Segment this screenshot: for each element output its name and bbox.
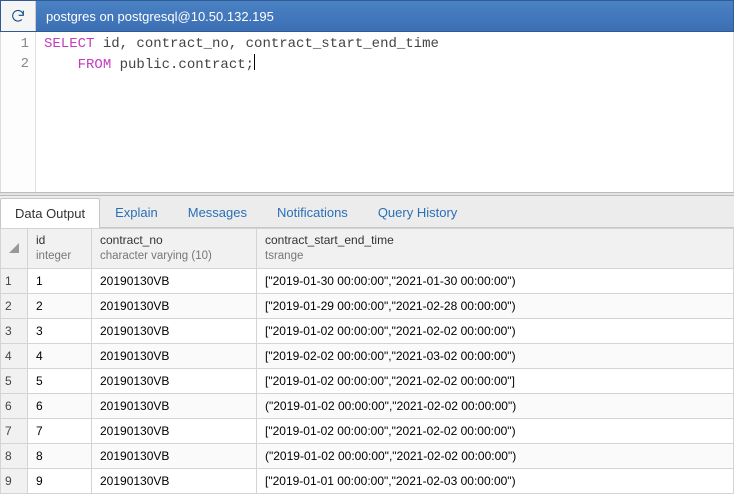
connection-title: postgres on postgresql@10.50.132.195 xyxy=(36,1,733,31)
cell-tsrange[interactable]: ["2019-01-29 00:00:00","2021-02-28 00:00… xyxy=(257,293,734,318)
cell-tsrange[interactable]: ["2019-01-02 00:00:00","2021-02-02 00:00… xyxy=(257,368,734,393)
row-number[interactable]: 9 xyxy=(1,468,28,493)
cell-contract-no[interactable]: 20190130VB xyxy=(92,343,257,368)
cell-tsrange[interactable]: ("2019-01-02 00:00:00","2021-02-02 00:00… xyxy=(257,443,734,468)
cell-tsrange[interactable]: ["2019-01-01 00:00:00","2021-02-03 00:00… xyxy=(257,468,734,493)
connection-header: postgres on postgresql@10.50.132.195 xyxy=(0,0,734,32)
row-number[interactable]: 8 xyxy=(1,443,28,468)
result-table: idintegercontract_nocharacter varying (1… xyxy=(0,228,734,494)
cell-id[interactable]: 9 xyxy=(28,468,92,493)
row-number[interactable]: 3 xyxy=(1,318,28,343)
cell-tsrange[interactable]: ["2019-01-30 00:00:00","2021-01-30 00:00… xyxy=(257,268,734,293)
row-number[interactable]: 7 xyxy=(1,418,28,443)
line-gutter: 12 xyxy=(1,32,36,192)
cell-contract-no[interactable]: 20190130VB xyxy=(92,443,257,468)
cell-tsrange[interactable]: ("2019-01-02 00:00:00","2021-02-02 00:00… xyxy=(257,393,734,418)
cell-contract-no[interactable]: 20190130VB xyxy=(92,368,257,393)
select-all-corner[interactable] xyxy=(1,229,28,269)
cell-id[interactable]: 7 xyxy=(28,418,92,443)
cell-id[interactable]: 2 xyxy=(28,293,92,318)
table-row[interactable]: 4420190130VB["2019-02-02 00:00:00","2021… xyxy=(1,343,734,368)
cell-id[interactable]: 4 xyxy=(28,343,92,368)
tab-data-output[interactable]: Data Output xyxy=(0,198,100,228)
column-header-id[interactable]: idinteger xyxy=(28,229,92,269)
tab-query-history[interactable]: Query History xyxy=(363,197,472,227)
table-row[interactable]: 3320190130VB["2019-01-02 00:00:00","2021… xyxy=(1,318,734,343)
column-header-contract_no[interactable]: contract_nocharacter varying (10) xyxy=(92,229,257,269)
cell-id[interactable]: 3 xyxy=(28,318,92,343)
cell-tsrange[interactable]: ["2019-02-02 00:00:00","2021-03-02 00:00… xyxy=(257,343,734,368)
table-row[interactable]: 7720190130VB["2019-01-02 00:00:00","2021… xyxy=(1,418,734,443)
text-cursor xyxy=(254,54,255,70)
tab-explain[interactable]: Explain xyxy=(100,197,173,227)
cell-id[interactable]: 6 xyxy=(28,393,92,418)
cell-contract-no[interactable]: 20190130VB xyxy=(92,418,257,443)
table-row[interactable]: 1120190130VB["2019-01-30 00:00:00","2021… xyxy=(1,268,734,293)
column-header-contract_start_end_time[interactable]: contract_start_end_timetsrange xyxy=(257,229,734,269)
cell-tsrange[interactable]: ["2019-01-02 00:00:00","2021-02-02 00:00… xyxy=(257,418,734,443)
refresh-icon-cell[interactable] xyxy=(1,1,36,31)
table-row[interactable]: 2220190130VB["2019-01-29 00:00:00","2021… xyxy=(1,293,734,318)
line-number: 2 xyxy=(1,54,29,74)
cell-contract-no[interactable]: 20190130VB xyxy=(92,268,257,293)
tab-messages[interactable]: Messages xyxy=(173,197,262,227)
refresh-icon xyxy=(10,8,26,24)
row-number[interactable]: 4 xyxy=(1,343,28,368)
cell-contract-no[interactable]: 20190130VB xyxy=(92,318,257,343)
row-number[interactable]: 1 xyxy=(1,268,28,293)
row-number[interactable]: 2 xyxy=(1,293,28,318)
cell-id[interactable]: 5 xyxy=(28,368,92,393)
cell-id[interactable]: 8 xyxy=(28,443,92,468)
row-number[interactable]: 6 xyxy=(1,393,28,418)
table-row[interactable]: 8820190130VB("2019-01-02 00:00:00","2021… xyxy=(1,443,734,468)
row-number[interactable]: 5 xyxy=(1,368,28,393)
code-area[interactable]: SELECT id, contract_no, contract_start_e… xyxy=(36,32,733,192)
table-row[interactable]: 5520190130VB["2019-01-02 00:00:00","2021… xyxy=(1,368,734,393)
cell-tsrange[interactable]: ["2019-01-02 00:00:00","2021-02-02 00:00… xyxy=(257,318,734,343)
cell-contract-no[interactable]: 20190130VB xyxy=(92,393,257,418)
cell-contract-no[interactable]: 20190130VB xyxy=(92,468,257,493)
sql-editor[interactable]: 12 SELECT id, contract_no, contract_star… xyxy=(0,32,734,192)
table-row[interactable]: 9920190130VB["2019-01-01 00:00:00","2021… xyxy=(1,468,734,493)
cell-id[interactable]: 1 xyxy=(28,268,92,293)
table-row[interactable]: 6620190130VB("2019-01-02 00:00:00","2021… xyxy=(1,393,734,418)
line-number: 1 xyxy=(1,34,29,54)
result-tbody: 1120190130VB["2019-01-30 00:00:00","2021… xyxy=(1,268,734,493)
tab-notifications[interactable]: Notifications xyxy=(262,197,363,227)
result-tabs: Data OutputExplainMessagesNotificationsQ… xyxy=(0,196,734,228)
cell-contract-no[interactable]: 20190130VB xyxy=(92,293,257,318)
